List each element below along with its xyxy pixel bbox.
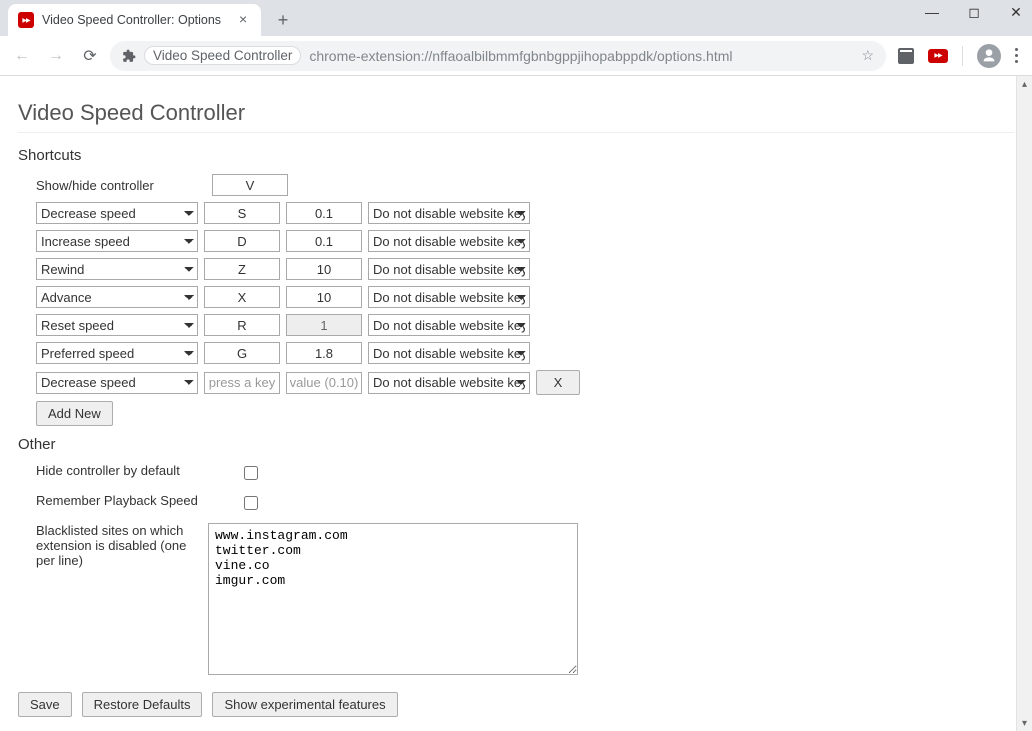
blacklist-label: Blacklisted sites on which extension is … [36,523,208,568]
browser-toolbar: ← → ⟳ Video Speed Controller chrome-exte… [0,36,1032,76]
key-input[interactable] [204,258,280,280]
disable-select[interactable]: Do not disable website key bindings [368,258,530,280]
show-experimental-button[interactable]: Show experimental features [212,692,397,717]
forward-icon[interactable]: → [42,42,70,70]
blacklist-row: Blacklisted sites on which extension is … [36,523,1014,675]
maximize-icon[interactable]: ◻ [964,4,984,21]
hide-controller-row: Hide controller by default [36,463,1014,483]
blacklist-textarea[interactable] [208,523,578,675]
tab-favicon [18,12,34,28]
scroll-up-icon[interactable]: ▴ [1017,76,1032,92]
hide-controller-checkbox[interactable] [244,466,258,480]
shortcut-row: Reset speed Do not disable website key bi… [36,314,1014,336]
action-select[interactable]: Reset speed [36,314,198,336]
scroll-down-icon[interactable]: ▾ [1017,715,1032,731]
omnibox-app-label: Video Speed Controller [144,46,301,65]
options-page: Video Speed Controller Shortcuts Show/hi… [0,76,1032,731]
action-select[interactable]: Increase speed [36,230,198,252]
new-key-input[interactable] [204,372,280,394]
shortcut-row: Advance Do not disable website key bindin… [36,286,1014,308]
shortcut-row: Increase speed Do not disable website key… [36,230,1014,252]
vertical-scrollbar[interactable]: ▴ ▾ [1016,76,1032,731]
remember-speed-checkbox[interactable] [244,496,258,510]
profile-avatar-icon[interactable] [977,44,1001,68]
content-viewport: Video Speed Controller Shortcuts Show/hi… [0,76,1032,731]
key-input[interactable] [204,230,280,252]
shortcuts-rows: Show/hide controller Decrease speed Do no… [36,174,1014,426]
tab-strip: Video Speed Controller: Options × + — ◻ … [0,0,1032,36]
action-select[interactable]: Rewind [36,258,198,280]
key-input[interactable] [204,314,280,336]
toolbar-right [892,44,1024,68]
showhide-key-input[interactable] [212,174,288,196]
key-input[interactable] [204,286,280,308]
minimize-icon[interactable]: — [922,4,942,21]
footer-buttons: Save Restore Defaults Show experimental … [18,692,398,717]
browser-tab[interactable]: Video Speed Controller: Options × [8,4,261,36]
key-input[interactable] [204,202,280,224]
new-tab-button[interactable]: + [269,6,297,34]
omnibox[interactable]: Video Speed Controller chrome-extension:… [110,41,886,71]
bookmark-star-icon[interactable]: ☆ [861,47,874,64]
value-input[interactable] [286,202,362,224]
value-input[interactable] [286,342,362,364]
close-window-icon[interactable]: ✕ [1006,4,1026,21]
action-select[interactable]: Decrease speed [36,202,198,224]
action-select[interactable]: Advance [36,286,198,308]
vsc-extension-icon[interactable] [928,49,948,63]
add-new-row: Add New [36,401,1014,426]
remember-speed-row: Remember Playback Speed [36,493,1014,513]
new-action-select[interactable]: Decrease speed [36,372,198,394]
new-value-input[interactable] [286,372,362,394]
restore-defaults-button[interactable]: Restore Defaults [82,692,203,717]
disable-select[interactable]: Do not disable website key bindings [368,314,530,336]
hide-controller-label: Hide controller by default [36,463,216,478]
add-new-button[interactable]: Add New [36,401,113,426]
remember-speed-label: Remember Playback Speed [36,493,216,508]
back-icon[interactable]: ← [8,42,36,70]
title-divider [18,132,1014,133]
section-other-heading: Other [18,436,1014,453]
shortcut-row: Preferred speed Do not disable website ke… [36,342,1014,364]
shortcut-row: Rewind Do not disable website key binding… [36,258,1014,280]
browser-chrome: Video Speed Controller: Options × + — ◻ … [0,0,1032,76]
action-select[interactable]: Preferred speed [36,342,198,364]
extension-icon [122,49,136,63]
menu-dots-icon[interactable] [1015,48,1018,63]
value-input[interactable] [286,258,362,280]
showhide-label: Show/hide controller [36,178,206,193]
reload-icon[interactable]: ⟳ [76,42,104,70]
showhide-row: Show/hide controller [36,174,1014,196]
tab-close-icon[interactable]: × [235,12,251,28]
save-button[interactable]: Save [18,692,72,717]
extension-shelf-icon[interactable] [898,48,914,64]
other-rows: Hide controller by default Remember Play… [36,463,1014,675]
new-disable-select[interactable]: Do not disable website key bindings [368,372,530,394]
disable-select[interactable]: Do not disable website key bindings [368,202,530,224]
disable-select[interactable]: Do not disable website key bindings [368,230,530,252]
omnibox-url: chrome-extension://nffaoalbilbmmfgbnbgpp… [309,48,732,64]
value-input[interactable] [286,286,362,308]
separator [962,46,963,66]
value-input[interactable] [286,230,362,252]
shortcut-row: Decrease speed Do not disable website key… [36,202,1014,224]
tab-title: Video Speed Controller: Options [42,13,221,27]
disable-select[interactable]: Do not disable website key bindings [368,342,530,364]
remove-row-button[interactable]: X [536,370,580,395]
key-input[interactable] [204,342,280,364]
section-shortcuts-heading: Shortcuts [18,147,1014,164]
window-controls: — ◻ ✕ [922,4,1026,21]
disable-select[interactable]: Do not disable website key bindings [368,286,530,308]
value-input[interactable] [286,314,362,336]
new-shortcut-row: Decrease speed Do not disable website ke… [36,370,1014,395]
page-title: Video Speed Controller [18,100,1014,126]
